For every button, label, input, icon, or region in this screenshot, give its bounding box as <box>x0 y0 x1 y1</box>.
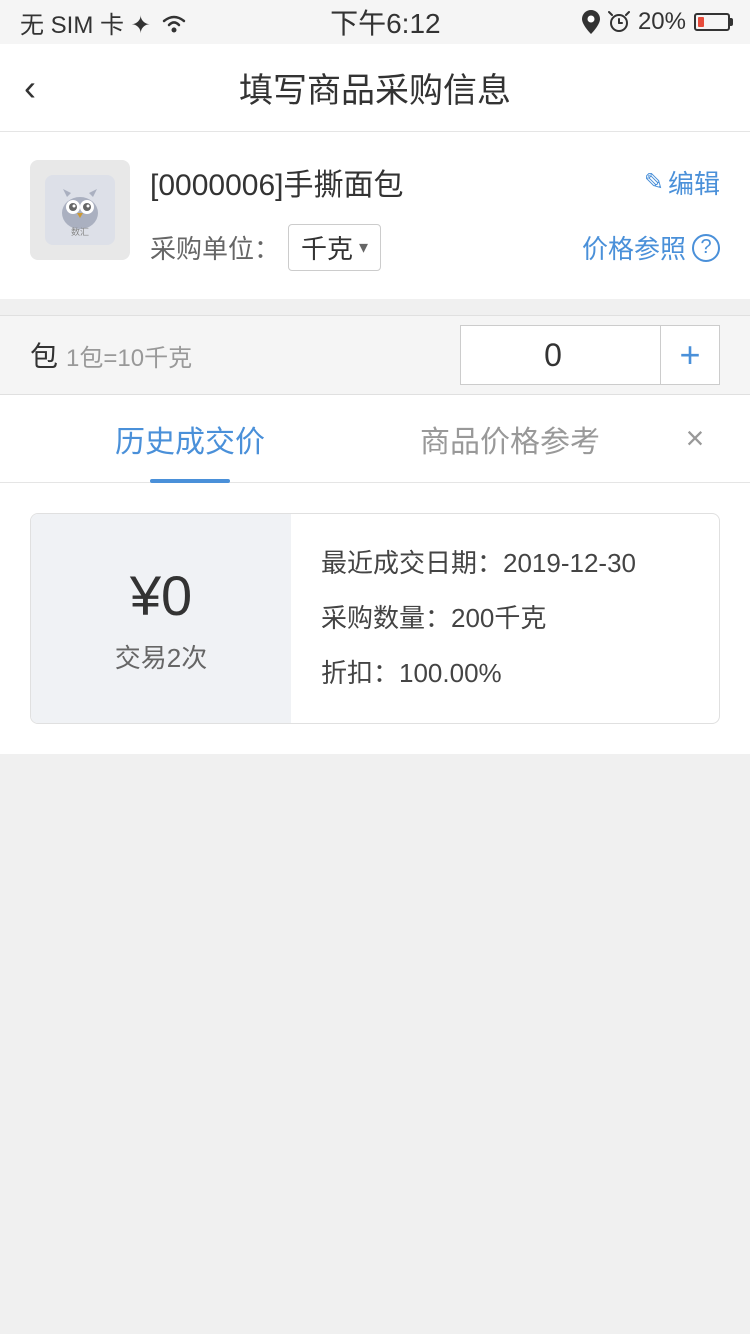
tab-price-reference[interactable]: 商品价格参考 <box>350 395 670 483</box>
edit-icon: ✎ <box>644 168 664 197</box>
tabs-panel: 历史成交价 商品价格参考 × ¥0 交易2次 最近成交日期：2019-12-30… <box>0 395 750 754</box>
price-value: 0 <box>161 564 192 627</box>
product-name-row: [0000006]手撕面包 ✎ 编辑 <box>150 160 720 204</box>
wifi-icon <box>159 11 189 33</box>
history-price-left: ¥0 交易2次 <box>31 514 291 723</box>
history-price-card: ¥0 交易2次 最近成交日期：2019-12-30 采购数量：200千克 折扣：… <box>30 513 720 724</box>
discount-row: 折扣：100.00% <box>321 654 689 693</box>
quantity-input-wrap: + <box>460 325 720 385</box>
status-time: 下午6:12 <box>330 2 441 42</box>
product-thumbnail: 数汇 <box>30 160 130 260</box>
status-bar: 无 SIM 卡 ✦ 下午6:12 20% <box>0 0 750 44</box>
unit-value: 千克 <box>301 229 353 266</box>
page-title: 填写商品采购信息 <box>239 63 511 112</box>
product-header: 数汇 [0000006]手撕面包 ✎ 编辑 采购单位： 千克 ▾ <box>30 160 720 271</box>
sim-label: 无 SIM 卡 ✦ <box>20 5 151 40</box>
history-price-display: ¥0 <box>130 563 192 628</box>
status-left: 无 SIM 卡 ✦ <box>20 5 189 40</box>
tab-reference-label: 商品价格参考 <box>420 417 600 461</box>
tabs-header: 历史成交价 商品价格参考 × <box>0 395 750 483</box>
status-right: 20% <box>582 8 730 36</box>
battery-percent: 20% <box>638 8 686 36</box>
tab-history-label: 历史成交价 <box>115 417 265 461</box>
edit-button[interactable]: ✎ 编辑 <box>644 164 720 201</box>
product-logo: 数汇 <box>45 175 115 245</box>
location-icon <box>582 10 600 34</box>
nav-bar: ‹ 填写商品采购信息 <box>0 44 750 132</box>
unit-label: 采购单位： <box>150 229 280 266</box>
tab-content-history: ¥0 交易2次 最近成交日期：2019-12-30 采购数量：200千克 折扣：… <box>0 483 750 754</box>
discount-value: 100.00% <box>399 658 502 688</box>
battery-icon <box>694 13 730 31</box>
back-button[interactable]: ‹ <box>24 67 36 109</box>
recent-date-row: 最近成交日期：2019-12-30 <box>321 544 689 583</box>
svg-text:数汇: 数汇 <box>71 226 89 237</box>
purchase-qty-value: 200千克 <box>451 603 546 633</box>
tab-history-price[interactable]: 历史成交价 <box>30 395 350 483</box>
quantity-row: 包 1包=10千克 + <box>0 315 750 395</box>
trade-count: 交易2次 <box>115 638 207 675</box>
price-reference-button[interactable]: 价格参照 ? <box>582 229 720 266</box>
currency-symbol: ¥ <box>130 564 161 627</box>
alarm-icon <box>608 10 630 34</box>
edit-label: 编辑 <box>668 164 720 201</box>
recent-date-value: 2019-12-30 <box>503 548 636 578</box>
purchase-qty-row: 采购数量：200千克 <box>321 599 689 638</box>
price-ref-label: 价格参照 <box>582 229 686 266</box>
product-info: [0000006]手撕面包 ✎ 编辑 采购单位： 千克 ▾ 价格参照 ? <box>150 160 720 271</box>
product-unit-row: 采购单位： 千克 ▾ 价格参照 ? <box>150 224 720 271</box>
quantity-unit-label: 包 <box>30 335 58 375</box>
product-full-name: [0000006]手撕面包 <box>150 160 403 204</box>
unit-select[interactable]: 千克 ▾ <box>288 224 381 271</box>
quantity-conversion-note: 1包=10千克 <box>66 338 192 373</box>
quantity-input[interactable] <box>460 325 660 385</box>
chevron-down-icon: ▾ <box>359 237 368 258</box>
help-icon: ? <box>692 234 720 262</box>
history-price-right: 最近成交日期：2019-12-30 采购数量：200千克 折扣：100.00% <box>291 514 719 723</box>
discount-label: 折扣： <box>321 658 399 688</box>
recent-date-label: 最近成交日期： <box>321 548 503 578</box>
tabs-close-button[interactable]: × <box>670 414 720 464</box>
quantity-plus-button[interactable]: + <box>660 325 720 385</box>
product-card: 数汇 [0000006]手撕面包 ✎ 编辑 采购单位： 千克 ▾ <box>0 132 750 299</box>
purchase-qty-label: 采购数量： <box>321 603 451 633</box>
quantity-label-group: 包 1包=10千克 <box>30 335 192 375</box>
